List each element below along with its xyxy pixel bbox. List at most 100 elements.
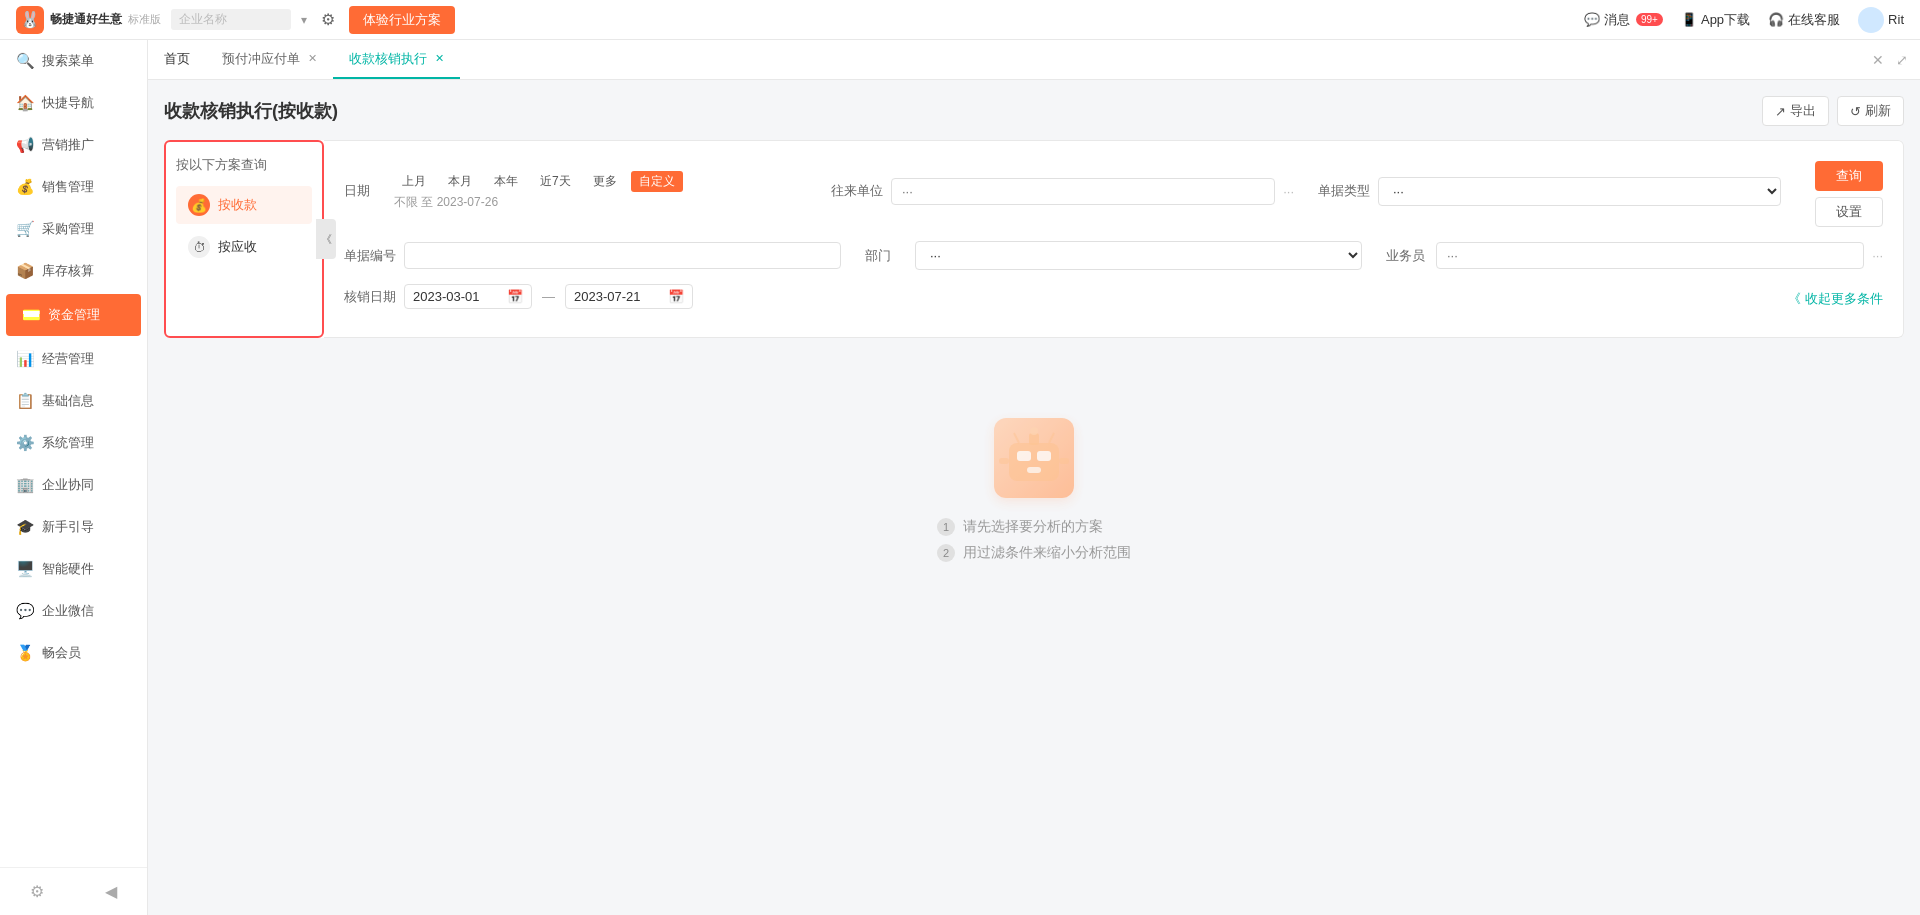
user-area[interactable]: Rit [1858,7,1904,33]
query-button[interactable]: 查询 [1815,161,1883,191]
page-header: 收款核销执行(按收款) ↗ 导出 ↺ 刷新 [164,96,1904,126]
sidebar-settings-icon[interactable]: ⚙ [24,876,50,907]
filter-collapse-button[interactable]: 《 [316,219,336,259]
page-title: 收款核销执行(按收款) [164,99,338,123]
tab-receipt-writeoff-close-icon[interactable]: ✕ [435,52,444,65]
empty-texts: 1 请先选择要分析的方案 2 用过滤条件来缩小分析范围 [937,518,1131,562]
sidebar-item-purchase[interactable]: 🛒 采购管理 [0,208,147,250]
app-logo: 🐰 畅捷通好生意 标准版 [16,6,161,34]
sidebar-item-sales[interactable]: 💰 销售管理 [0,166,147,208]
refresh-button[interactable]: ↺ 刷新 [1837,96,1904,126]
message-label: 消息 [1604,11,1630,29]
date-last-month-btn[interactable]: 上月 [394,171,434,192]
calendar-start-icon[interactable]: 📅 [507,289,523,304]
filter-option-by-receipt[interactable]: 💰 按收款 [176,186,312,224]
user-name: Rit [1888,12,1904,27]
date-7days-btn[interactable]: 近7天 [532,171,579,192]
verify-date-start-input[interactable] [413,289,503,304]
guide-icon: 🎓 [16,518,34,536]
home-icon: 🏠 [16,94,34,112]
more-conditions-button[interactable]: 《 收起更多条件 [1788,290,1883,308]
filter-panel: 按以下方案查询 💰 按收款 ⏱ 按应收 《 [164,140,1904,338]
company-chevron-icon[interactable]: ▾ [301,13,307,27]
filter-sidebar-title: 按以下方案查询 [176,156,312,174]
doc-type-select[interactable]: ··· [1378,177,1781,206]
svg-rect-0 [1009,443,1059,481]
wechat-icon: 💬 [16,602,34,620]
doc-no-input[interactable] [404,242,841,269]
verify-date-range: 📅 — 📅 [404,284,1042,309]
sidebar-label-enterprise: 企业协同 [42,476,94,494]
sidebar-item-hardware[interactable]: 🖥️ 智能硬件 [0,548,147,590]
sidebar-item-guide[interactable]: 🎓 新手引导 [0,506,147,548]
hint-2-number: 2 [937,544,955,562]
sidebar-item-basic-info[interactable]: 📋 基础信息 [0,380,147,422]
quick-dates: 上月 本月 本年 近7天 更多 自定义 [394,171,683,192]
date-this-month-btn[interactable]: 本月 [440,171,480,192]
sidebar-item-operations[interactable]: 📊 经营管理 [0,338,147,380]
svg-point-5 [1030,427,1038,435]
tab-home-label: 首页 [164,50,190,68]
purchase-icon: 🛒 [16,220,34,238]
tab-close-all-icon[interactable]: ✕ [1868,48,1888,72]
tab-bar: 首页 预付冲应付单 ✕ 收款核销执行 ✕ ✕ ⤢ [148,40,1920,80]
filter-form: 日期 上月 本月 本年 近7天 更多 自定义 不限 至 [324,140,1904,338]
filter-row-1: 日期 上月 本月 本年 近7天 更多 自定义 不限 至 [344,155,1883,227]
sidebar-item-finance[interactable]: 💳 资金管理 [6,294,141,336]
sidebar-label-wechat: 企业微信 [42,602,94,620]
staff-input[interactable] [1436,242,1864,269]
partner-input[interactable] [891,178,1275,205]
refresh-icon: ↺ [1850,104,1861,119]
app-version: 标准版 [128,12,161,27]
sidebar-item-system[interactable]: ⚙️ 系统管理 [0,422,147,464]
date-custom-btn[interactable]: 自定义 [631,171,683,192]
partner-label: 往来单位 [831,182,883,200]
settings-icon[interactable]: ⚙ [321,10,335,29]
system-icon: ⚙️ [16,434,34,452]
svg-rect-3 [1027,467,1041,473]
sidebar-label-sales: 销售管理 [42,178,94,196]
tab-home[interactable]: 首页 [148,40,206,79]
partner-ellipsis-icon[interactable]: ··· [1283,184,1294,199]
app-download-item[interactable]: 📱 App下载 [1681,11,1750,29]
tab-prepay[interactable]: 预付冲应付单 ✕ [206,40,333,79]
sidebar-item-inventory[interactable]: 📦 库存核算 [0,250,147,292]
dept-select[interactable]: ··· [915,241,1362,270]
sidebar-label-purchase: 采购管理 [42,220,94,238]
date-more-btn[interactable]: 更多 [585,171,625,192]
date-this-year-btn[interactable]: 本年 [486,171,526,192]
svg-rect-2 [1037,451,1051,461]
calendar-end-icon[interactable]: 📅 [668,289,684,304]
date-not-limited: 不限 至 2023-07-26 [394,194,683,211]
filter-field-staff: 业务员 ··· [1386,242,1883,269]
verify-date-end-input[interactable] [574,289,664,304]
sidebar-item-search[interactable]: 🔍 搜索菜单 [0,40,147,82]
sidebar-item-wechat[interactable]: 💬 企业微信 [0,590,147,632]
sidebar-collapse-icon[interactable]: ◀ [99,876,123,907]
hint-1-text: 请先选择要分析的方案 [963,518,1103,536]
staff-ellipsis-icon[interactable]: ··· [1872,248,1883,263]
marketing-icon: 📢 [16,136,34,154]
tab-receipt-writeoff[interactable]: 收款核销执行 ✕ [333,40,460,79]
enterprise-icon: 🏢 [16,476,34,494]
hint-1-number: 1 [937,518,955,536]
company-selector[interactable]: 企业名称 [171,9,291,30]
sidebar-item-quick-nav[interactable]: 🏠 快捷导航 [0,82,147,124]
svg-line-9 [1049,433,1054,443]
solution-button[interactable]: 体验行业方案 [349,6,455,34]
tab-expand-icon[interactable]: ⤢ [1892,48,1912,72]
query-btn-group: 查询 设置 [1815,155,1883,227]
sidebar-bottom: ⚙ ◀ [0,867,147,915]
sidebar-item-enterprise[interactable]: 🏢 企业协同 [0,464,147,506]
message-item[interactable]: 💬 消息 99+ [1584,11,1663,29]
settings-button[interactable]: 设置 [1815,197,1883,227]
export-button[interactable]: ↗ 导出 [1762,96,1829,126]
filter-option-by-receivable[interactable]: ⏱ 按应收 [176,228,312,266]
search-icon: 🔍 [16,52,34,70]
sidebar-item-marketing[interactable]: 📢 营销推广 [0,124,147,166]
sidebar-label-member: 畅会员 [42,644,81,662]
sidebar-item-member[interactable]: 🏅 畅会员 [0,632,147,674]
customer-service-item[interactable]: 🎧 在线客服 [1768,11,1840,29]
sidebar-label-operations: 经营管理 [42,350,94,368]
tab-prepay-close-icon[interactable]: ✕ [308,52,317,65]
